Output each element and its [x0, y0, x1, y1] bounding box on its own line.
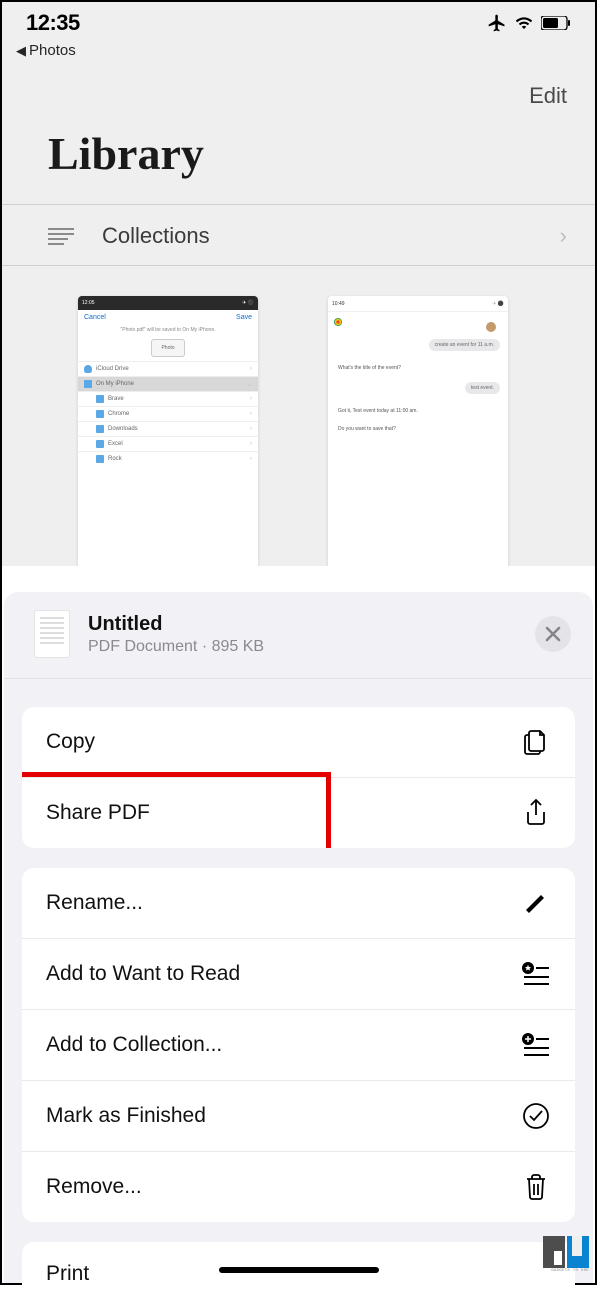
rename-action[interactable]: Rename...	[22, 868, 575, 938]
document-title: Untitled	[88, 613, 535, 636]
action-label: Rename...	[46, 891, 143, 915]
close-icon	[545, 626, 561, 642]
add-to-collection-action[interactable]: Add to Collection...	[22, 1009, 575, 1080]
document-thumbnail[interactable]: 12:05✈ ⚫ CancelSave "Photo.pdf" will be …	[78, 296, 258, 566]
action-label: Share PDF	[46, 801, 150, 825]
close-button[interactable]	[535, 616, 571, 652]
plus-list-icon	[521, 1030, 551, 1060]
copy-icon	[521, 727, 551, 757]
action-label: Add to Collection...	[46, 1033, 222, 1057]
collections-label: Collections	[102, 223, 560, 249]
chevron-right-icon: ›	[560, 223, 567, 249]
share-pdf-action[interactable]: Share PDF	[22, 777, 575, 848]
wifi-icon	[513, 14, 535, 32]
status-time: 12:35	[26, 10, 80, 36]
action-label: Add to Want to Read	[46, 962, 240, 986]
action-group: Rename... Add to Want to Read Add to Col…	[22, 868, 575, 1222]
checkmark-circle-icon	[521, 1101, 551, 1131]
back-chevron-icon: ◀	[16, 43, 26, 59]
action-group: Print	[22, 1242, 575, 1306]
pencil-icon	[521, 888, 551, 918]
collections-row[interactable]: Collections ›	[2, 204, 595, 266]
want-to-read-action[interactable]: Add to Want to Read	[22, 938, 575, 1009]
document-subtitle: PDF Document · 895 KB	[88, 638, 535, 656]
action-label: Copy	[46, 730, 95, 754]
remove-action[interactable]: Remove...	[22, 1151, 575, 1222]
collections-icon	[48, 228, 76, 245]
airplane-icon	[487, 13, 507, 33]
page-title: Library	[2, 109, 595, 204]
action-sheet: Untitled PDF Document · 895 KB Copy Shar…	[4, 592, 593, 1283]
document-thumbnail[interactable]: 10:49✈ ⚫ create an event for 11 a.m. Wha…	[328, 296, 508, 566]
share-icon	[521, 798, 551, 828]
print-action[interactable]: Print	[22, 1242, 575, 1306]
thumbnails: 12:05✈ ⚫ CancelSave "Photo.pdf" will be …	[2, 266, 595, 566]
back-label: Photos	[29, 42, 76, 59]
edit-button[interactable]: Edit	[529, 83, 567, 109]
watermark: GADGETS TO USE	[543, 1236, 589, 1273]
action-label: Mark as Finished	[46, 1104, 206, 1128]
header-row: Edit	[2, 67, 595, 109]
status-bar: 12:35	[2, 2, 595, 38]
action-group: Copy Share PDF	[22, 707, 575, 848]
mark-finished-action[interactable]: Mark as Finished	[22, 1080, 575, 1151]
back-nav[interactable]: ◀ Photos	[2, 38, 595, 67]
copy-action[interactable]: Copy	[22, 707, 575, 777]
trash-icon	[521, 1172, 551, 1202]
action-label: Print	[46, 1262, 89, 1286]
action-label: Remove...	[46, 1175, 142, 1199]
battery-icon	[541, 16, 571, 30]
document-icon	[34, 610, 70, 658]
star-list-icon	[521, 959, 551, 989]
home-indicator[interactable]	[219, 1267, 379, 1273]
status-icons	[487, 13, 571, 33]
sheet-header: Untitled PDF Document · 895 KB	[4, 592, 593, 679]
